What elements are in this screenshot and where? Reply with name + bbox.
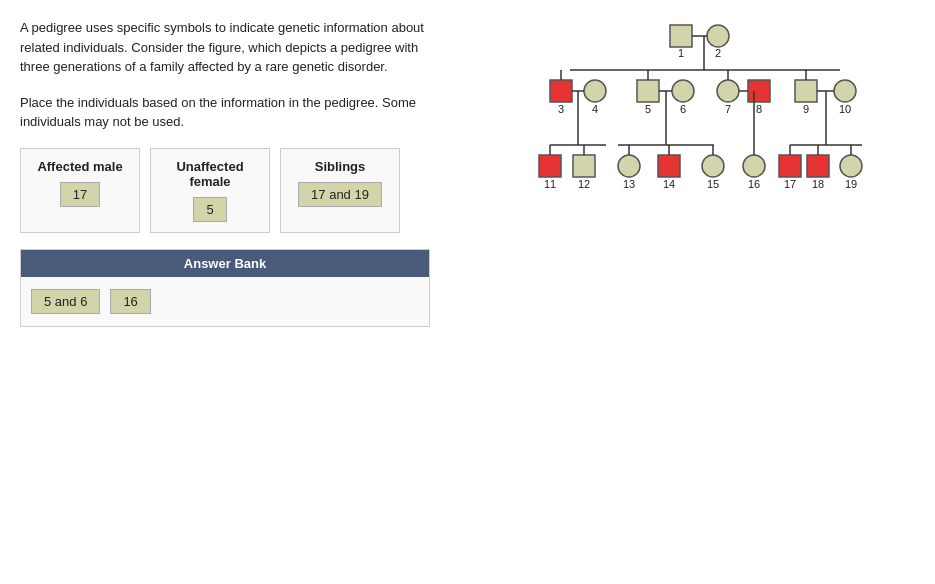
individual-3 [550, 80, 572, 102]
individual-18 [807, 155, 829, 177]
label-11: 11 [544, 178, 556, 190]
individual-1 [670, 25, 692, 47]
affected-male-item[interactable]: 17 [60, 182, 100, 207]
label-15: 15 [707, 178, 719, 190]
answer-item-16[interactable]: 16 [110, 289, 150, 314]
pedigree-area: 1 2 3 4 [470, 15, 900, 325]
answer-bank-items: 5 and 6 16 [21, 277, 429, 326]
unaffected-female-item[interactable]: 5 [193, 197, 226, 222]
label-17: 17 [784, 178, 796, 190]
answer-bank-container: Answer Bank 5 and 6 16 [20, 249, 430, 327]
right-panel: 1 2 3 4 [450, 0, 935, 584]
label-5: 5 [645, 103, 651, 115]
individual-19 [840, 155, 862, 177]
individual-2 [707, 25, 729, 47]
answer-bank-header: Answer Bank [21, 250, 429, 277]
answer-item-5and6[interactable]: 5 and 6 [31, 289, 100, 314]
individual-5 [637, 80, 659, 102]
label-18: 18 [812, 178, 824, 190]
categories-row: Affected male 17 Unaffectedfemale 5 Sibl… [20, 148, 430, 233]
label-2: 2 [715, 47, 721, 59]
category-unaffected-female: Unaffectedfemale 5 [150, 148, 270, 233]
label-9: 9 [803, 103, 809, 115]
individual-9 [795, 80, 817, 102]
label-4: 4 [592, 103, 598, 115]
individual-14 [658, 155, 680, 177]
individual-10 [834, 80, 856, 102]
label-6: 6 [680, 103, 686, 115]
label-16: 16 [748, 178, 760, 190]
individual-4 [584, 80, 606, 102]
pedigree-svg: 1 2 3 4 [470, 15, 900, 325]
affected-male-label: Affected male [33, 159, 127, 174]
label-10: 10 [839, 103, 851, 115]
individual-17 [779, 155, 801, 177]
individual-16 [743, 155, 765, 177]
siblings-label: Siblings [293, 159, 387, 174]
individual-15 [702, 155, 724, 177]
individual-7 [717, 80, 739, 102]
unaffected-female-label: Unaffectedfemale [163, 159, 257, 189]
individual-6 [672, 80, 694, 102]
category-siblings: Siblings 17 and 19 [280, 148, 400, 233]
label-12: 12 [578, 178, 590, 190]
label-8: 8 [756, 103, 762, 115]
left-panel: A pedigree uses specific symbols to indi… [0, 0, 450, 584]
individual-13 [618, 155, 640, 177]
main-container: A pedigree uses specific symbols to indi… [0, 0, 935, 584]
label-3: 3 [558, 103, 564, 115]
label-19: 19 [845, 178, 857, 190]
label-14: 14 [663, 178, 675, 190]
description-paragraph2: Place the individuals based on the infor… [20, 93, 430, 132]
label-1: 1 [678, 47, 684, 59]
individual-12 [573, 155, 595, 177]
individual-8 [748, 80, 770, 102]
individual-11 [539, 155, 561, 177]
description-paragraph1: A pedigree uses specific symbols to indi… [20, 18, 430, 77]
label-13: 13 [623, 178, 635, 190]
siblings-item[interactable]: 17 and 19 [298, 182, 382, 207]
label-7: 7 [725, 103, 731, 115]
category-affected-male: Affected male 17 [20, 148, 140, 233]
